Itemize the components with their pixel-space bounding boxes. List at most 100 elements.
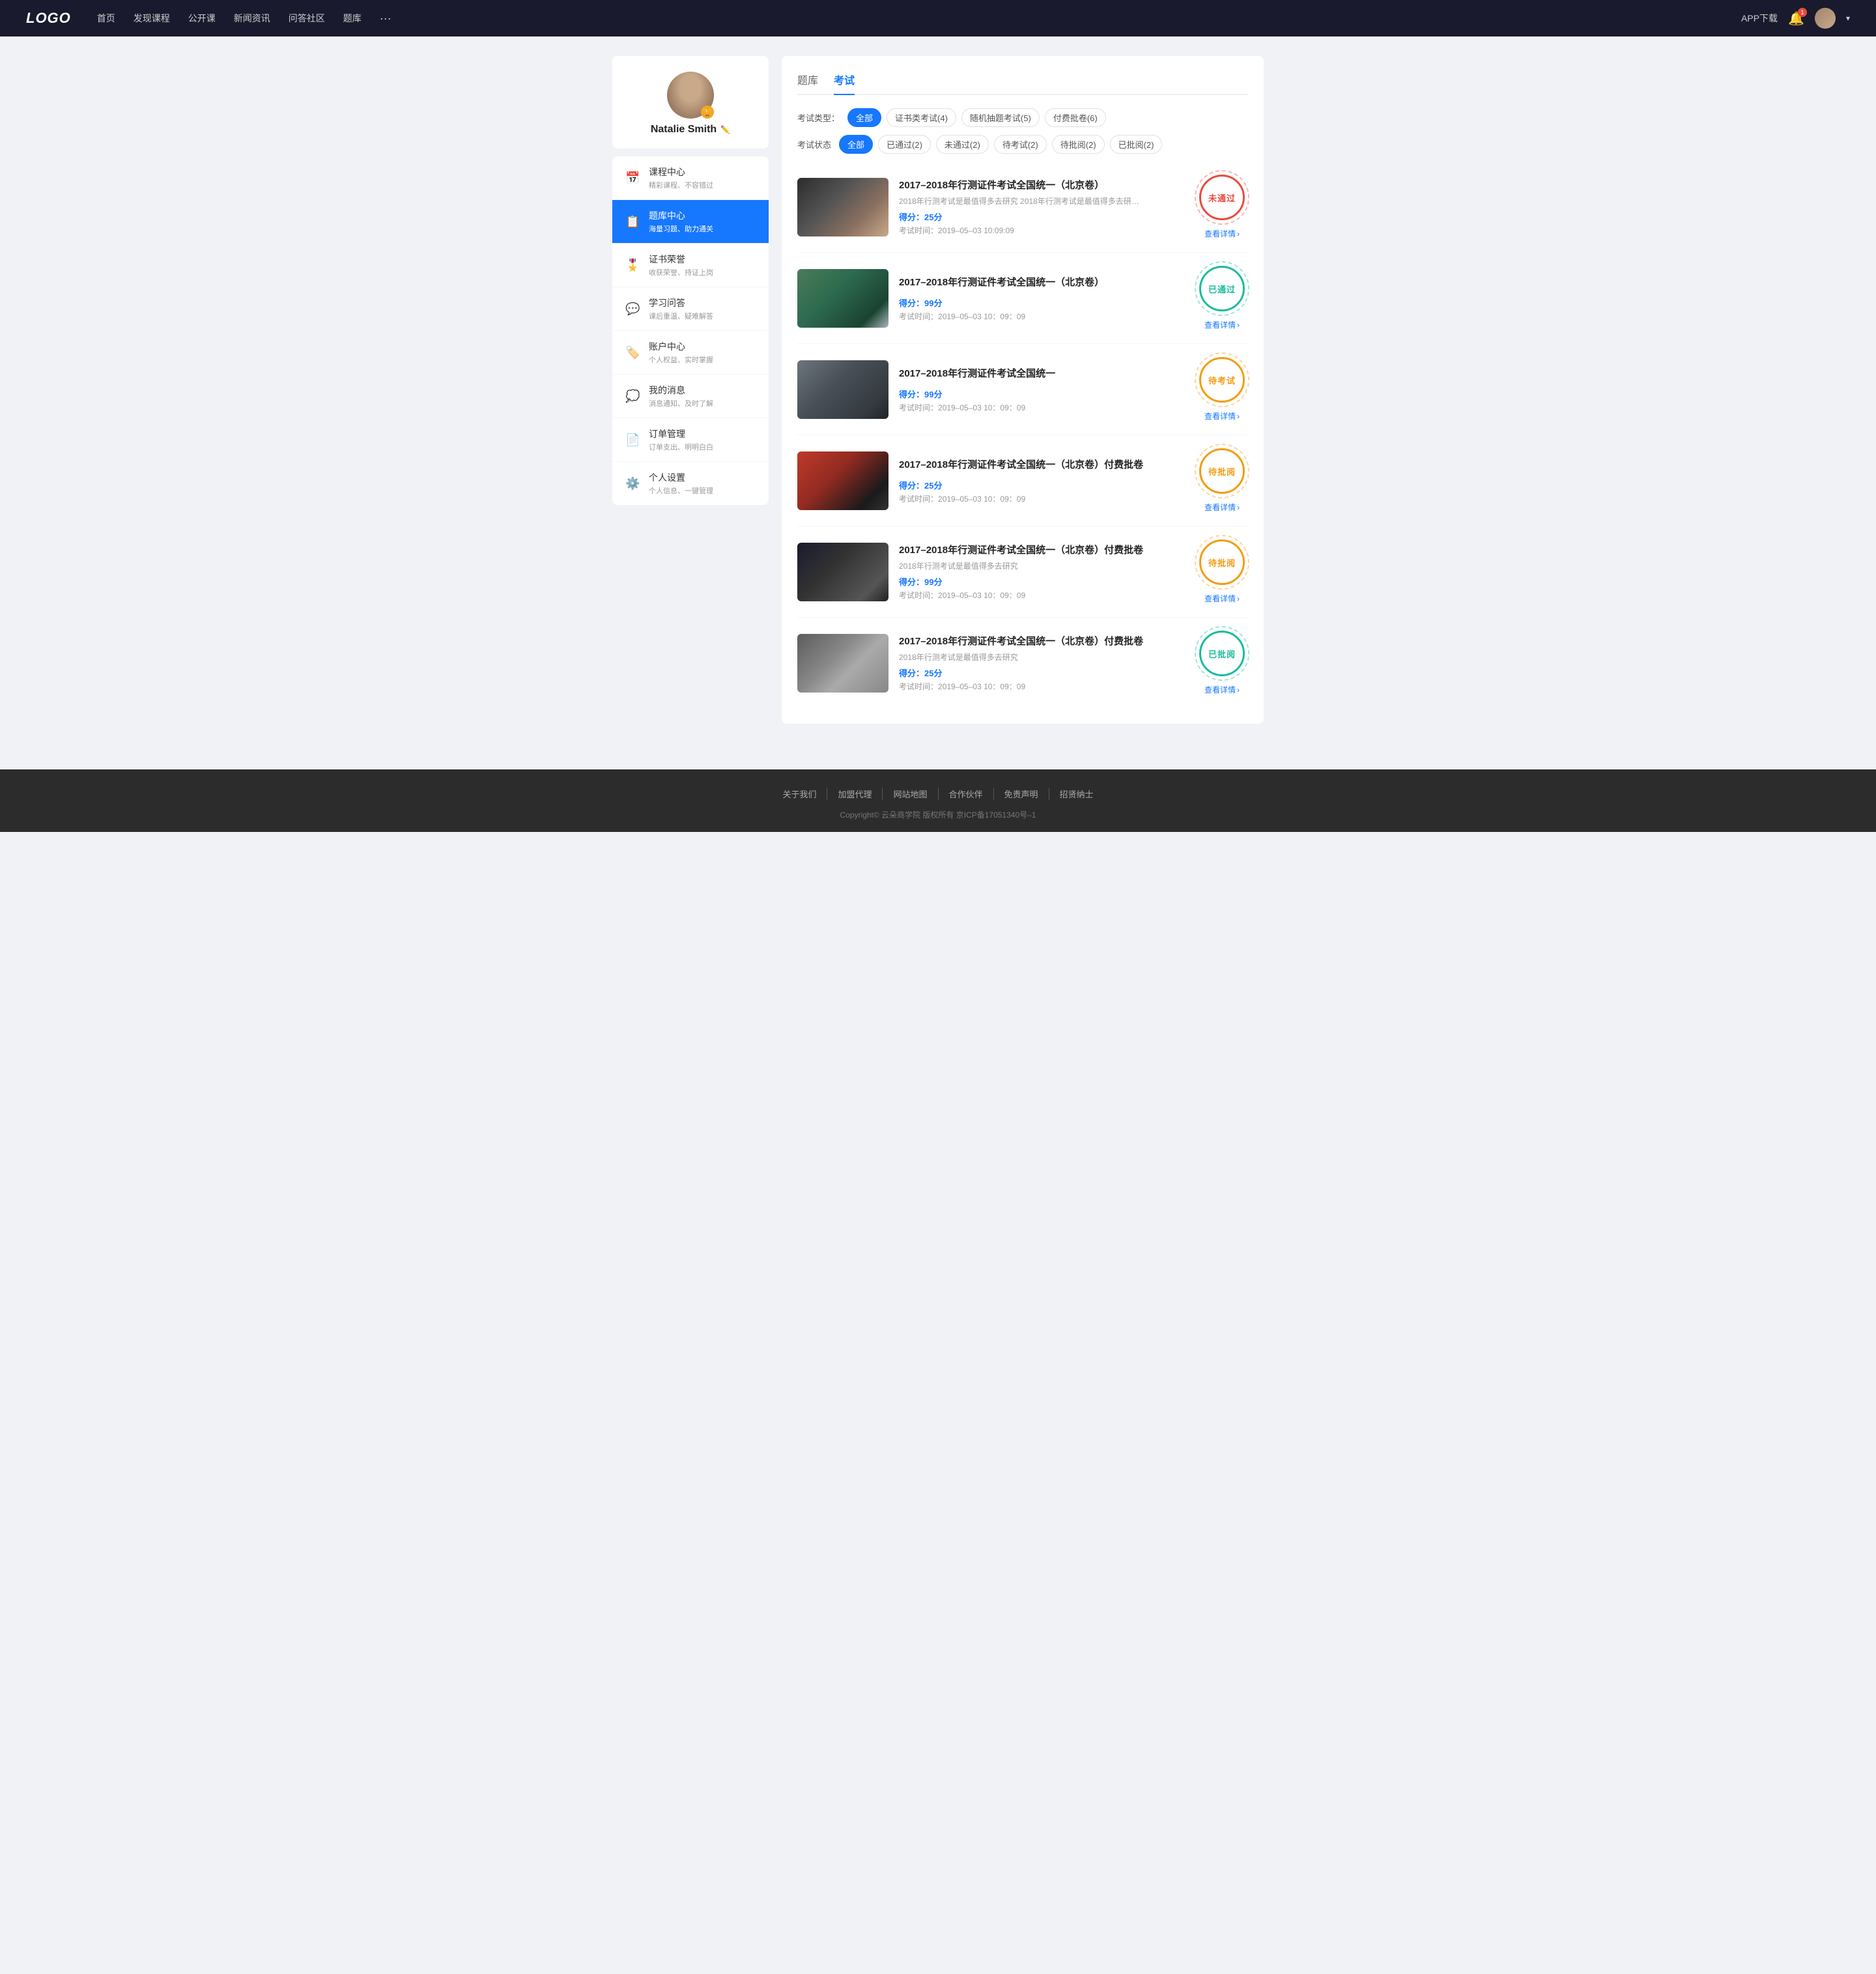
exam-stamp-1: 未通过 [1199,175,1245,220]
exam-stamp-6: 已批阅 [1199,631,1245,676]
filter-type-label: 考试类型： [797,111,840,124]
exam-badge-3: 待考试 查看详情 › [1196,357,1248,422]
notification-bell[interactable]: 🔔 1 [1788,10,1804,27]
tab-exam[interactable]: 考试 [834,72,855,95]
avatar-badge: 🏆 [701,106,714,119]
score-value-6: 25 [924,668,933,678]
arrow-right-icon: › [1237,503,1240,512]
course-text: 课程中心 精彩课程、不容错过 [649,165,713,190]
filter-status-failed[interactable]: 未通过(2) [936,135,989,154]
avatar-image [1815,8,1836,29]
settings-sub: 个人信息、一键管理 [649,485,713,496]
exam-info-3: 2017–2018年行测证件考试全国统一 得分：99分 考试时间：2019–05… [899,366,1186,413]
view-detail-3[interactable]: 查看详情 › [1204,410,1240,422]
view-detail-5[interactable]: 查看详情 › [1204,593,1240,604]
sidebar-item-settings[interactable]: ⚙️ 个人设置 个人信息、一键管理 [612,462,769,505]
order-text: 订单管理 订单支出、明明白白 [649,427,713,452]
account-icon: 🏷️ [625,346,640,360]
filter-type-random[interactable]: 随机抽题考试(5) [961,108,1040,127]
exam-title-1: 2017–2018年行测证件考试全国统一（北京卷） [899,178,1186,192]
time-value-1: 2019–05–03 10:09:09 [938,226,1014,235]
app-download-button[interactable]: APP下载 [1741,12,1778,25]
exam-stamp-4: 待批阅 [1199,448,1245,494]
exam-badge-1: 未通过 查看详情 › [1196,175,1248,239]
sidebar-item-account[interactable]: 🏷️ 账户中心 个人权益、实时掌握 [612,331,769,375]
exam-time-1: 考试时间：2019–05–03 10:09:09 [899,225,1186,236]
sidebar-item-order[interactable]: 📄 订单管理 订单支出、明明白白 [612,418,769,462]
footer-link-partner[interactable]: 合作伙伴 [939,788,994,800]
edit-icon[interactable]: ✏️ [720,125,730,134]
footer-link-sitemap[interactable]: 网站地图 [883,788,938,800]
exam-thumb-5 [797,543,888,601]
score-label-4: 得分： [899,481,924,491]
filter-status-passed[interactable]: 已通过(2) [878,135,931,154]
filter-type-certificate[interactable]: 证书类考试(4) [887,108,956,127]
score-value-2: 99 [924,298,933,308]
score-unit-1: 分 [933,212,942,222]
exam-time-4: 考试时间：2019–05–03 10：09：09 [899,493,1186,504]
exam-stamp-2: 已通过 [1199,266,1245,311]
certificate-text: 证书荣誉 收获荣誉、持证上岗 [649,253,713,278]
footer-link-recruit[interactable]: 招贤纳士 [1049,788,1104,800]
nav-link-home[interactable]: 首页 [97,12,115,25]
sidebar-item-course[interactable]: 📅 课程中心 精彩课程、不容错过 [612,156,769,200]
main-container: 🏆 Natalie Smith ✏️ 📅 课程中心 精彩课程、不容错过 📋 题库… [599,36,1277,743]
score-unit-5: 分 [933,577,942,587]
navbar-more[interactable]: ··· [380,12,391,25]
footer-link-about[interactable]: 关于我们 [772,788,827,800]
sidebar-item-certificate[interactable]: 🎖️ 证书荣誉 收获荣誉、持证上岗 [612,244,769,287]
table-row: 2017–2018年行测证件考试全国统一（北京卷）付费批卷 2018年行测考试是… [797,526,1248,618]
view-detail-2[interactable]: 查看详情 › [1204,319,1240,330]
nav-link-bank[interactable]: 题库 [343,12,362,25]
filter-status-reviewing[interactable]: 待批阅(2) [1052,135,1105,154]
footer-link-agent[interactable]: 加盟代理 [827,788,883,800]
stamp-text-1: 未通过 [1208,192,1236,204]
nav-link-open[interactable]: 公开课 [188,12,216,25]
nav-link-news[interactable]: 新闻资讯 [234,12,270,25]
settings-icon: ⚙️ [625,477,640,491]
nav-link-qa[interactable]: 问答社区 [289,12,325,25]
exam-thumb-1 [797,178,888,236]
tab-bank[interactable]: 题库 [797,72,818,95]
exam-title-5: 2017–2018年行测证件考试全国统一（北京卷）付费批卷 [899,543,1186,556]
nav-link-discover[interactable]: 发现课程 [134,12,170,25]
navbar-right: APP下载 🔔 1 ▾ [1741,8,1850,29]
navbar-logo[interactable]: LOGO [26,10,71,27]
exam-score-3: 得分：99分 [899,388,1186,400]
view-detail-6[interactable]: 查看详情 › [1204,684,1240,695]
arrow-right-icon: › [1237,412,1240,421]
sidebar-item-question[interactable]: 📋 题库中心 海量习题、助力通关 [612,200,769,244]
exam-score-4: 得分：25分 [899,479,1186,491]
avatar[interactable] [1815,8,1836,29]
message-text: 我的消息 消息通知、及时了解 [649,384,713,408]
exam-title-6: 2017–2018年行测证件考试全国统一（北京卷）付费批卷 [899,634,1186,648]
view-text-1: 查看详情 [1204,228,1236,239]
exam-info-1: 2017–2018年行测证件考试全国统一（北京卷） 2018年行测考试是最值得多… [899,178,1186,236]
table-row: 2017–2018年行测证件考试全国统一（北京卷） 得分：99分 考试时间：20… [797,253,1248,344]
chevron-down-icon[interactable]: ▾ [1846,14,1850,23]
question-sub: 海量习题、助力通关 [649,223,713,234]
sidebar-item-qa[interactable]: 💬 学习问答 课后重温、疑难解答 [612,287,769,331]
exam-info-6: 2017–2018年行测证件考试全国统一（北京卷）付费批卷 2018年行测考试是… [899,634,1186,692]
certificate-sub: 收获荣誉、持证上岗 [649,267,713,278]
filter-status-pending[interactable]: 待考试(2) [994,135,1047,154]
qa-icon: 💬 [625,302,640,316]
exam-badge-2: 已通过 查看详情 › [1196,266,1248,330]
filter-status-all[interactable]: 全部 [839,135,873,154]
sidebar-item-message[interactable]: 💭 我的消息 消息通知、及时了解 [612,375,769,418]
filter-type-paid[interactable]: 付费批卷(6) [1045,108,1106,127]
question-title: 题库中心 [649,209,713,222]
score-value-1: 25 [924,212,933,222]
view-detail-1[interactable]: 查看详情 › [1204,228,1240,239]
score-value-5: 99 [924,577,933,587]
exam-thumb-6 [797,634,888,693]
view-detail-4[interactable]: 查看详情 › [1204,502,1240,513]
exam-time-5: 考试时间：2019–05–03 10：09：09 [899,590,1186,601]
score-unit-2: 分 [933,298,942,308]
filter-status-reviewed[interactable]: 已批阅(2) [1110,135,1163,154]
account-title: 账户中心 [649,340,713,353]
time-label-1: 考试时间： [899,226,938,235]
score-label-3: 得分： [899,390,924,399]
filter-type-all[interactable]: 全部 [847,108,881,127]
footer-link-disclaimer[interactable]: 免责声明 [994,788,1049,800]
